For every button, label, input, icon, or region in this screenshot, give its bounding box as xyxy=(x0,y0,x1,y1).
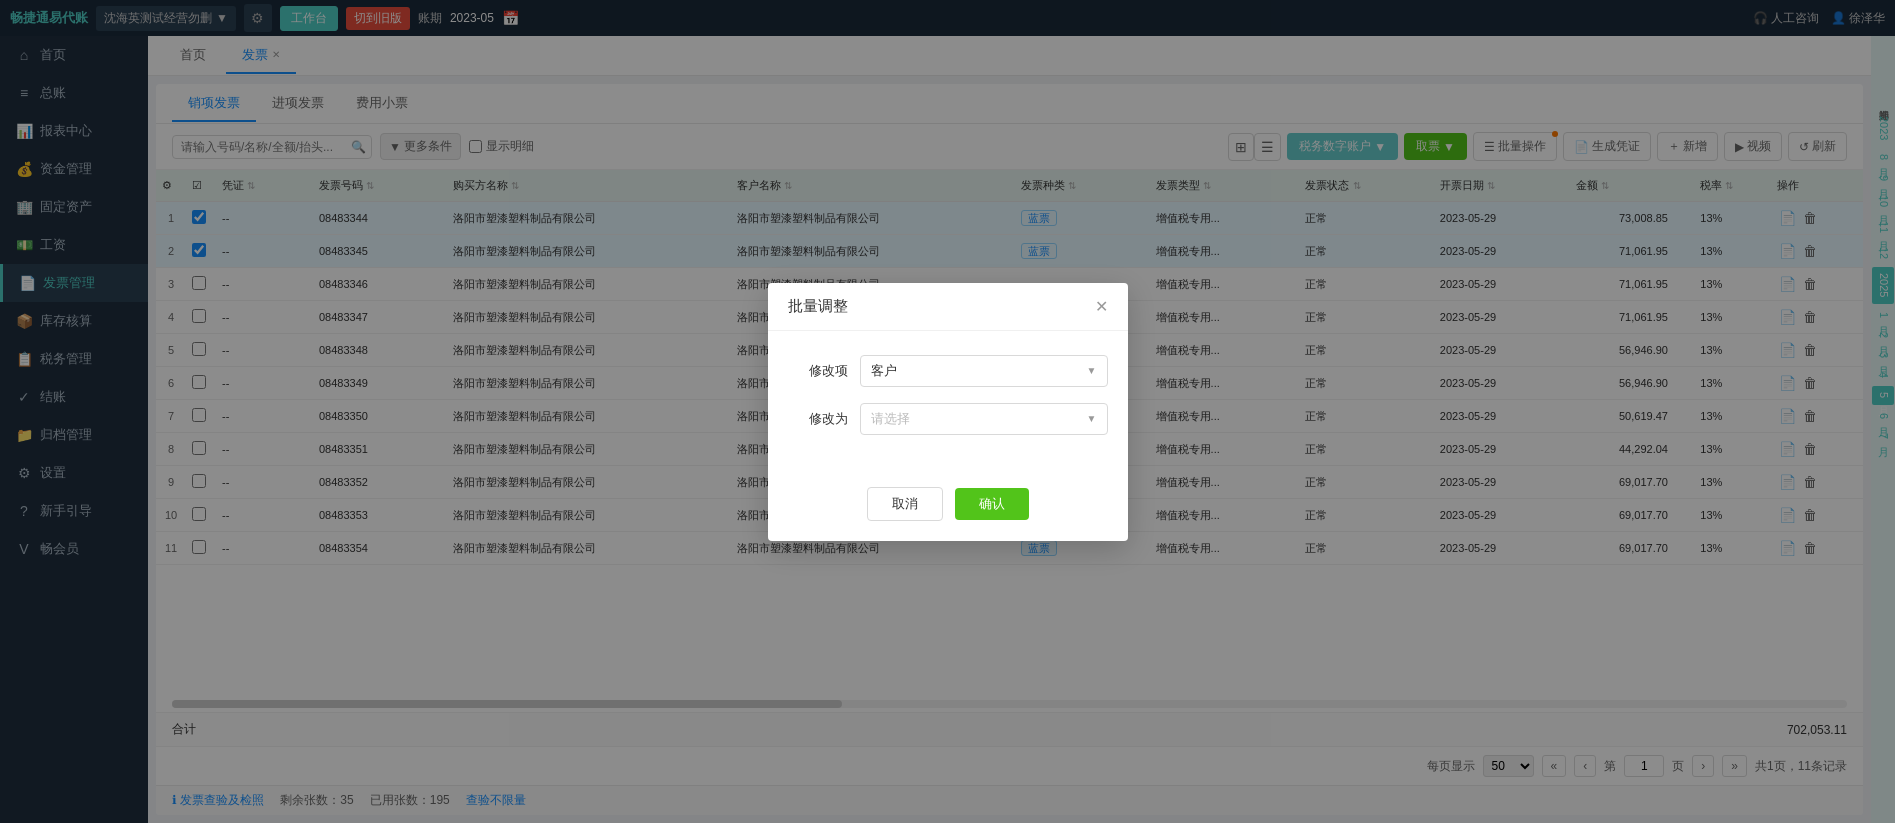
modal-header: 批量调整 ✕ xyxy=(768,283,1128,331)
modal-overlay[interactable]: 批量调整 ✕ 修改项 客户 ▼ 修改为 请选择 ▼ 取消 确认 xyxy=(0,0,1895,823)
modal-title: 批量调整 xyxy=(788,297,848,316)
modify-field-select[interactable]: 客户 ▼ xyxy=(860,355,1108,387)
value-dropdown-icon: ▼ xyxy=(1087,413,1097,424)
modal-footer: 取消 确认 xyxy=(768,475,1128,541)
form-row-field: 修改项 客户 ▼ xyxy=(788,355,1108,387)
batch-adjust-modal: 批量调整 ✕ 修改项 客户 ▼ 修改为 请选择 ▼ 取消 确认 xyxy=(768,283,1128,541)
modal-body: 修改项 客户 ▼ 修改为 请选择 ▼ xyxy=(768,331,1128,475)
modify-field-label: 修改项 xyxy=(788,362,848,380)
modify-value-select[interactable]: 请选择 ▼ xyxy=(860,403,1108,435)
modal-cancel-button[interactable]: 取消 xyxy=(867,487,943,521)
field-dropdown-icon: ▼ xyxy=(1087,365,1097,376)
modify-value-label: 修改为 xyxy=(788,410,848,428)
modal-close-button[interactable]: ✕ xyxy=(1095,297,1108,316)
form-row-value: 修改为 请选择 ▼ xyxy=(788,403,1108,435)
modal-confirm-button[interactable]: 确认 xyxy=(955,488,1029,520)
